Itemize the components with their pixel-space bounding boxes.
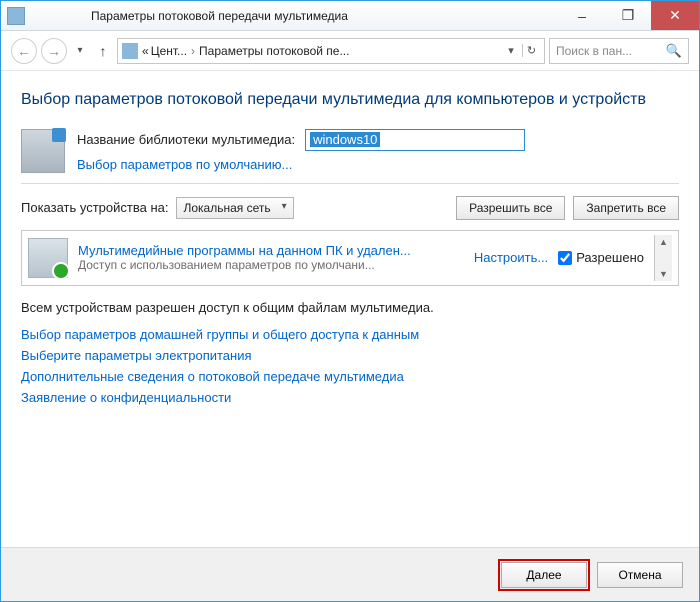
device-configure-link[interactable]: Настроить... (474, 250, 548, 265)
device-allowed-checkbox[interactable]: Разрешено (558, 250, 644, 265)
maximize-button[interactable]: ❐ (605, 1, 651, 30)
search-input[interactable]: Поиск в пан... 🔍 (549, 38, 689, 64)
scroll-up-icon[interactable]: ▲ (659, 237, 668, 247)
address-dropdown-icon[interactable]: ▾ (502, 44, 520, 57)
device-scrollbar[interactable]: ▲ ▼ (654, 235, 672, 281)
device-allowed-label: Разрешено (576, 250, 644, 265)
forward-button[interactable]: → (41, 38, 67, 64)
next-button[interactable]: Далее (501, 562, 587, 588)
breadcrumb-prefix: « (142, 44, 149, 58)
up-button[interactable]: ↑ (93, 43, 113, 59)
show-devices-label: Показать устройства на: (21, 200, 168, 215)
page-heading: Выбор параметров потоковой передачи муль… (21, 89, 679, 111)
search-placeholder: Поиск в пан... (556, 44, 632, 58)
title-bar: Параметры потоковой передачи мультимедиа… (1, 1, 699, 31)
history-dropdown-icon[interactable]: ▾ (71, 38, 89, 64)
allow-all-button[interactable]: Разрешить все (456, 196, 565, 220)
cancel-button[interactable]: Отмена (597, 562, 683, 588)
breadcrumb-2[interactable]: Параметры потоковой пе... (199, 44, 349, 58)
close-button[interactable]: ✕ (651, 1, 699, 30)
back-button[interactable]: ← (11, 38, 37, 64)
device-allowed-input[interactable] (558, 251, 572, 265)
library-icon (21, 129, 65, 173)
divider (21, 183, 679, 184)
window-buttons: – ❐ ✕ (559, 1, 699, 30)
nav-bar: ← → ▾ ↑ « Цент... › Параметры потоковой … (1, 31, 699, 71)
show-devices-row: Показать устройства на: Локальная сеть Р… (21, 196, 679, 220)
power-link[interactable]: Выберите параметры электропитания (21, 348, 679, 363)
address-bar[interactable]: « Цент... › Параметры потоковой пе... ▾ … (117, 38, 545, 64)
window-title: Параметры потоковой передачи мультимедиа (31, 9, 559, 23)
library-row: Название библиотеки мультимедиа: windows… (21, 129, 679, 173)
button-bar: Далее Отмена (1, 547, 699, 601)
privacy-link[interactable]: Заявление о конфиденциальности (21, 390, 679, 405)
app-icon (7, 7, 25, 25)
default-settings-link[interactable]: Выбор параметров по умолчанию... (77, 157, 292, 172)
search-icon: 🔍 (666, 43, 682, 59)
network-select[interactable]: Локальная сеть (176, 197, 293, 219)
location-icon (122, 43, 138, 59)
library-name-value: windows10 (310, 132, 380, 147)
breadcrumb-1[interactable]: Цент... (151, 44, 187, 58)
block-all-button[interactable]: Запретить все (573, 196, 679, 220)
device-title[interactable]: Мультимедийные программы на данном ПК и … (78, 243, 464, 258)
moreinfo-link[interactable]: Дополнительные сведения о потоковой пере… (21, 369, 679, 384)
chevron-right-icon: › (189, 44, 197, 58)
network-select-value: Локальная сеть (183, 201, 270, 215)
homegroup-link[interactable]: Выбор параметров домашней группы и общег… (21, 327, 679, 342)
device-icon (28, 238, 68, 278)
device-list: Мультимедийные программы на данном ПК и … (21, 230, 679, 286)
content-area: Выбор параметров потоковой передачи муль… (1, 71, 699, 421)
library-name-label: Название библиотеки мультимедиа: (77, 132, 295, 147)
device-subtitle: Доступ с использованием параметров по ум… (78, 258, 464, 272)
scroll-down-icon[interactable]: ▼ (659, 269, 668, 279)
related-links: Выбор параметров домашней группы и общег… (21, 327, 679, 405)
minimize-button[interactable]: – (559, 1, 605, 30)
refresh-button[interactable]: ↻ (522, 44, 540, 57)
status-text: Всем устройствам разрешен доступ к общим… (21, 300, 679, 315)
library-name-input[interactable]: windows10 (305, 129, 525, 151)
